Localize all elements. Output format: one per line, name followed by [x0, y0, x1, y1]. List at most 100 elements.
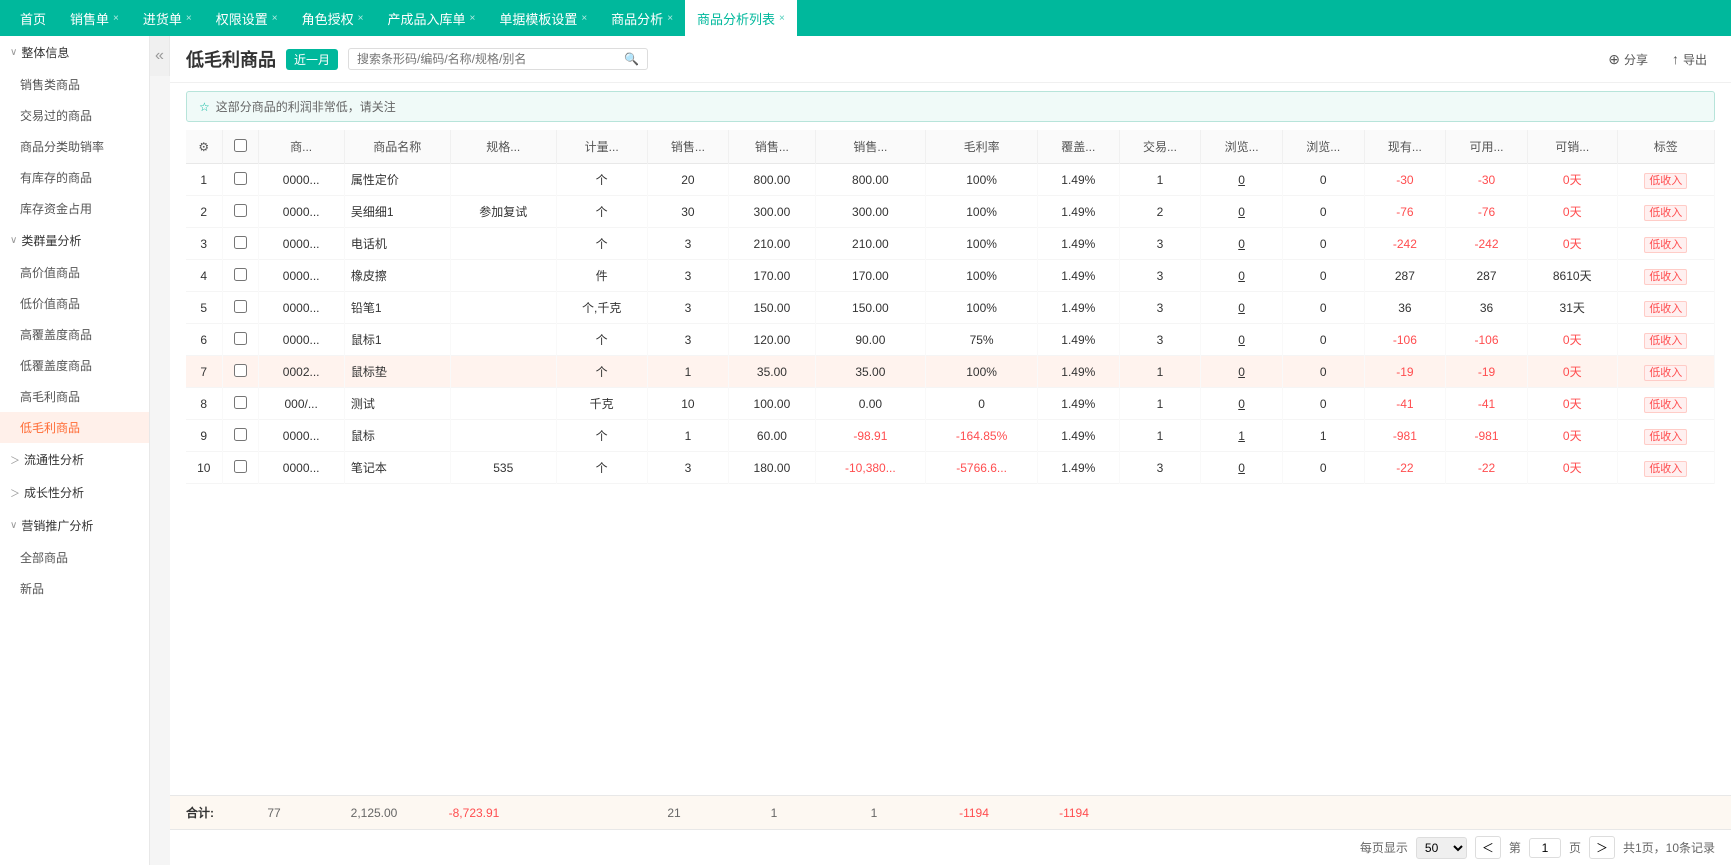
sidebar-item-low-coverage[interactable]: 低覆盖度商品 [0, 350, 149, 381]
row-sales2: 800.00 [729, 164, 815, 196]
close-icon[interactable]: × [113, 13, 119, 24]
row-checkbox[interactable] [222, 196, 258, 228]
search-input[interactable] [357, 52, 624, 66]
row-name: 鼠标垫 [344, 356, 450, 388]
nav-product-analysis-list[interactable]: 商品分析列表 × [685, 0, 797, 36]
row-num: 1 [186, 164, 222, 196]
sidebar-group-marketing[interactable]: ∨ 营销推广分析 [0, 509, 149, 542]
search-icon[interactable]: 🔍 [624, 52, 639, 66]
sidebar-item-all-goods[interactable]: 全部商品 [0, 542, 149, 573]
row-browse1[interactable]: 0 [1201, 452, 1283, 484]
row-unit: 个,千克 [556, 292, 647, 324]
row-code: 0002... [258, 356, 344, 388]
row-browse1[interactable]: 0 [1201, 324, 1283, 356]
row-browse1[interactable]: 0 [1201, 292, 1283, 324]
sidebar-item-high-margin[interactable]: 高毛利商品 [0, 381, 149, 412]
per-page-label: 每页显示 [1360, 839, 1408, 856]
sidebar: ∨ 整体信息 销售类商品 交易过的商品 商品分类助销率 有库存的商品 库存资金占… [0, 36, 150, 865]
share-button[interactable]: ⊕ 分享 [1600, 47, 1656, 72]
close-icon[interactable]: × [581, 13, 587, 24]
nav-purchase[interactable]: 进货单 × [131, 0, 204, 36]
th-sales3: 销售... [815, 130, 926, 164]
row-stock: -41 [1364, 388, 1446, 420]
sidebar-item-traded-goods[interactable]: 交易过的商品 [0, 100, 149, 131]
row-checkbox[interactable] [222, 260, 258, 292]
nav-products-in[interactable]: 产成品入库单 × [375, 0, 487, 36]
nav-permissions[interactable]: 权限设置 × [204, 0, 290, 36]
row-checkbox[interactable] [222, 228, 258, 260]
row-sales2: 120.00 [729, 324, 815, 356]
row-checkbox[interactable] [222, 164, 258, 196]
time-tag-button[interactable]: 近一月 [286, 49, 338, 70]
sidebar-item-sales-goods[interactable]: 销售类商品 [0, 69, 149, 100]
row-tag: 低收入 [1617, 260, 1714, 292]
row-browse1[interactable]: 0 [1201, 196, 1283, 228]
row-checkbox[interactable] [222, 420, 258, 452]
close-icon[interactable]: × [667, 13, 673, 24]
settings-icon[interactable]: ⚙ [198, 140, 209, 154]
row-sales3: 90.00 [815, 324, 926, 356]
row-margin: 100% [926, 164, 1038, 196]
sidebar-item-low-value[interactable]: 低价值商品 [0, 288, 149, 319]
row-browse1[interactable]: 0 [1201, 228, 1283, 260]
th-sales1: 销售... [647, 130, 729, 164]
page-number-input[interactable] [1529, 838, 1561, 858]
sidebar-group-growth[interactable]: ＞ 成长性分析 [0, 476, 149, 509]
row-sellable: 31天 [1527, 292, 1617, 324]
close-icon[interactable]: × [358, 13, 364, 24]
row-stock: -19 [1364, 356, 1446, 388]
nav-sales[interactable]: 销售单 × [58, 0, 131, 36]
table-row: 2 0000... 吴细细1 参加复试 个 30 300.00 300.00 1… [186, 196, 1715, 228]
select-all-checkbox[interactable] [234, 139, 247, 152]
sidebar-item-stock-capital[interactable]: 库存资金占用 [0, 193, 149, 224]
next-page-button[interactable]: ＞ [1589, 836, 1615, 859]
row-checkbox[interactable] [222, 356, 258, 388]
row-spec [450, 228, 556, 260]
row-trade: 1 [1119, 164, 1201, 196]
row-num: 2 [186, 196, 222, 228]
sidebar-item-in-stock-goods[interactable]: 有库存的商品 [0, 162, 149, 193]
row-spec [450, 292, 556, 324]
sidebar-item-category-sales-rate[interactable]: 商品分类助销率 [0, 131, 149, 162]
sidebar-group-overall[interactable]: ∨ 整体信息 [0, 36, 149, 69]
row-browse1[interactable]: 0 [1201, 356, 1283, 388]
sidebar-collapse-button[interactable]: « [150, 36, 170, 76]
row-name: 橡皮擦 [344, 260, 450, 292]
row-available: -30 [1446, 164, 1528, 196]
nav-roles[interactable]: 角色授权 × [290, 0, 376, 36]
close-icon[interactable]: × [469, 13, 475, 24]
table-footer: 合计: 77 2,125.00 -8,723.91 21 1 1 -1194 -… [170, 795, 1731, 829]
sidebar-group-circulation[interactable]: ＞ 流通性分析 [0, 443, 149, 476]
th-settings[interactable]: ⚙ [186, 130, 222, 164]
close-icon[interactable]: × [272, 13, 278, 24]
tag-badge: 低收入 [1644, 429, 1687, 445]
row-checkbox[interactable] [222, 324, 258, 356]
sidebar-item-high-coverage[interactable]: 高覆盖度商品 [0, 319, 149, 350]
row-browse2: 1 [1282, 420, 1364, 452]
row-browse1[interactable]: 0 [1201, 388, 1283, 420]
prev-page-button[interactable]: ＜ [1475, 836, 1501, 859]
row-browse1[interactable]: 0 [1201, 164, 1283, 196]
th-checkbox[interactable] [222, 130, 258, 164]
per-page-select[interactable]: 50 100 200 [1416, 837, 1467, 859]
sidebar-item-high-value[interactable]: 高价值商品 [0, 257, 149, 288]
nav-template[interactable]: 单据模板设置 × [487, 0, 599, 36]
sidebar-group-cluster[interactable]: ∨ 类群量分析 [0, 224, 149, 257]
sidebar-item-low-margin[interactable]: 低毛利商品 [0, 412, 149, 443]
row-unit: 个 [556, 164, 647, 196]
row-browse1[interactable]: 1 [1201, 420, 1283, 452]
close-icon[interactable]: × [186, 13, 192, 24]
nav-home[interactable]: 首页 [8, 0, 58, 36]
sidebar-item-new-goods[interactable]: 新品 [0, 573, 149, 604]
row-checkbox[interactable] [222, 388, 258, 420]
export-button[interactable]: ↑ 导出 [1664, 47, 1715, 72]
row-tag: 低收入 [1617, 228, 1714, 260]
row-browse1[interactable]: 0 [1201, 260, 1283, 292]
nav-product-analysis[interactable]: 商品分析 × [599, 0, 685, 36]
th-sellable: 可销... [1527, 130, 1617, 164]
row-checkbox[interactable] [222, 292, 258, 324]
row-num: 9 [186, 420, 222, 452]
row-checkbox[interactable] [222, 452, 258, 484]
close-icon[interactable]: × [779, 13, 785, 24]
row-tag: 低收入 [1617, 324, 1714, 356]
